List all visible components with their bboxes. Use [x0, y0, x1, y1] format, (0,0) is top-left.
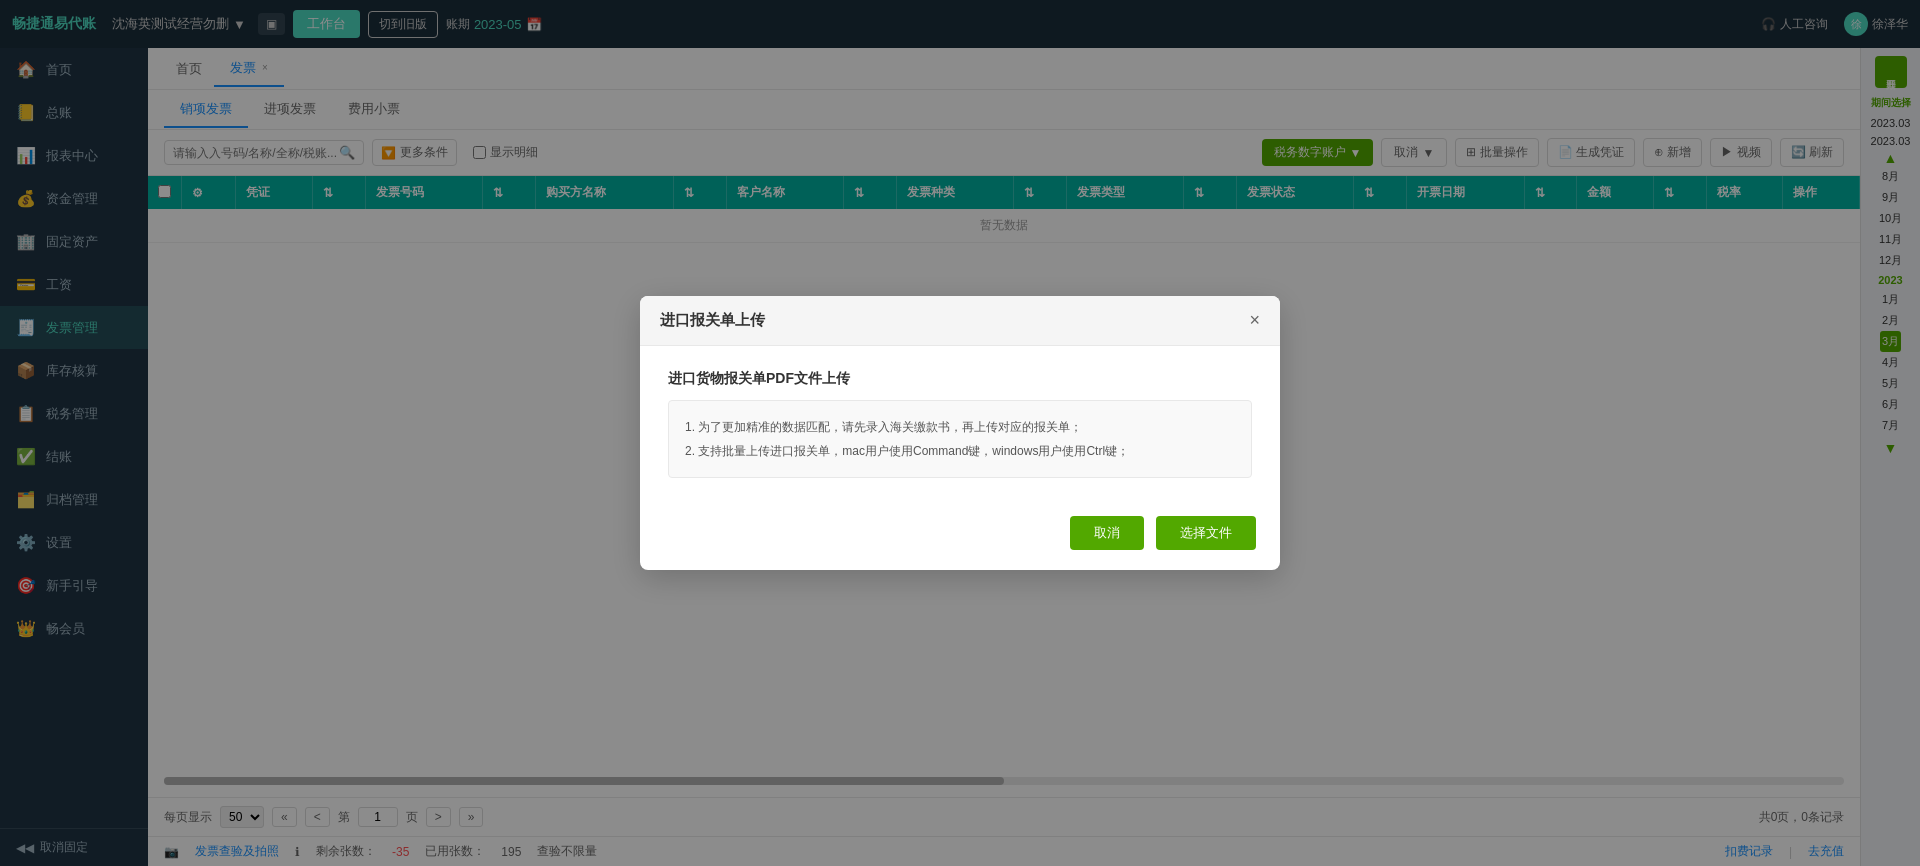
modal-close-button[interactable]: ×: [1249, 310, 1260, 331]
modal-select-file-button[interactable]: 选择文件: [1156, 516, 1256, 550]
notice-line-2: 2. 支持批量上传进口报关单，mac用户使用Command键，windows用户…: [685, 439, 1235, 463]
modal-header: 进口报关单上传 ×: [640, 296, 1280, 346]
modal-cancel-button[interactable]: 取消: [1070, 516, 1144, 550]
modal-section-title: 进口货物报关单PDF文件上传: [668, 370, 1252, 388]
modal-footer: 取消 选择文件: [640, 502, 1280, 570]
modal-title: 进口报关单上传: [660, 311, 765, 330]
modal-notice: 1. 为了更加精准的数据匹配，请先录入海关缴款书，再上传对应的报关单； 2. 支…: [668, 400, 1252, 478]
modal-body: 进口货物报关单PDF文件上传 1. 为了更加精准的数据匹配，请先录入海关缴款书，…: [640, 346, 1280, 502]
modal-box: 进口报关单上传 × 进口货物报关单PDF文件上传 1. 为了更加精准的数据匹配，…: [640, 296, 1280, 570]
modal-overlay[interactable]: 进口报关单上传 × 进口货物报关单PDF文件上传 1. 为了更加精准的数据匹配，…: [0, 0, 1920, 866]
notice-line-1: 1. 为了更加精准的数据匹配，请先录入海关缴款书，再上传对应的报关单；: [685, 415, 1235, 439]
